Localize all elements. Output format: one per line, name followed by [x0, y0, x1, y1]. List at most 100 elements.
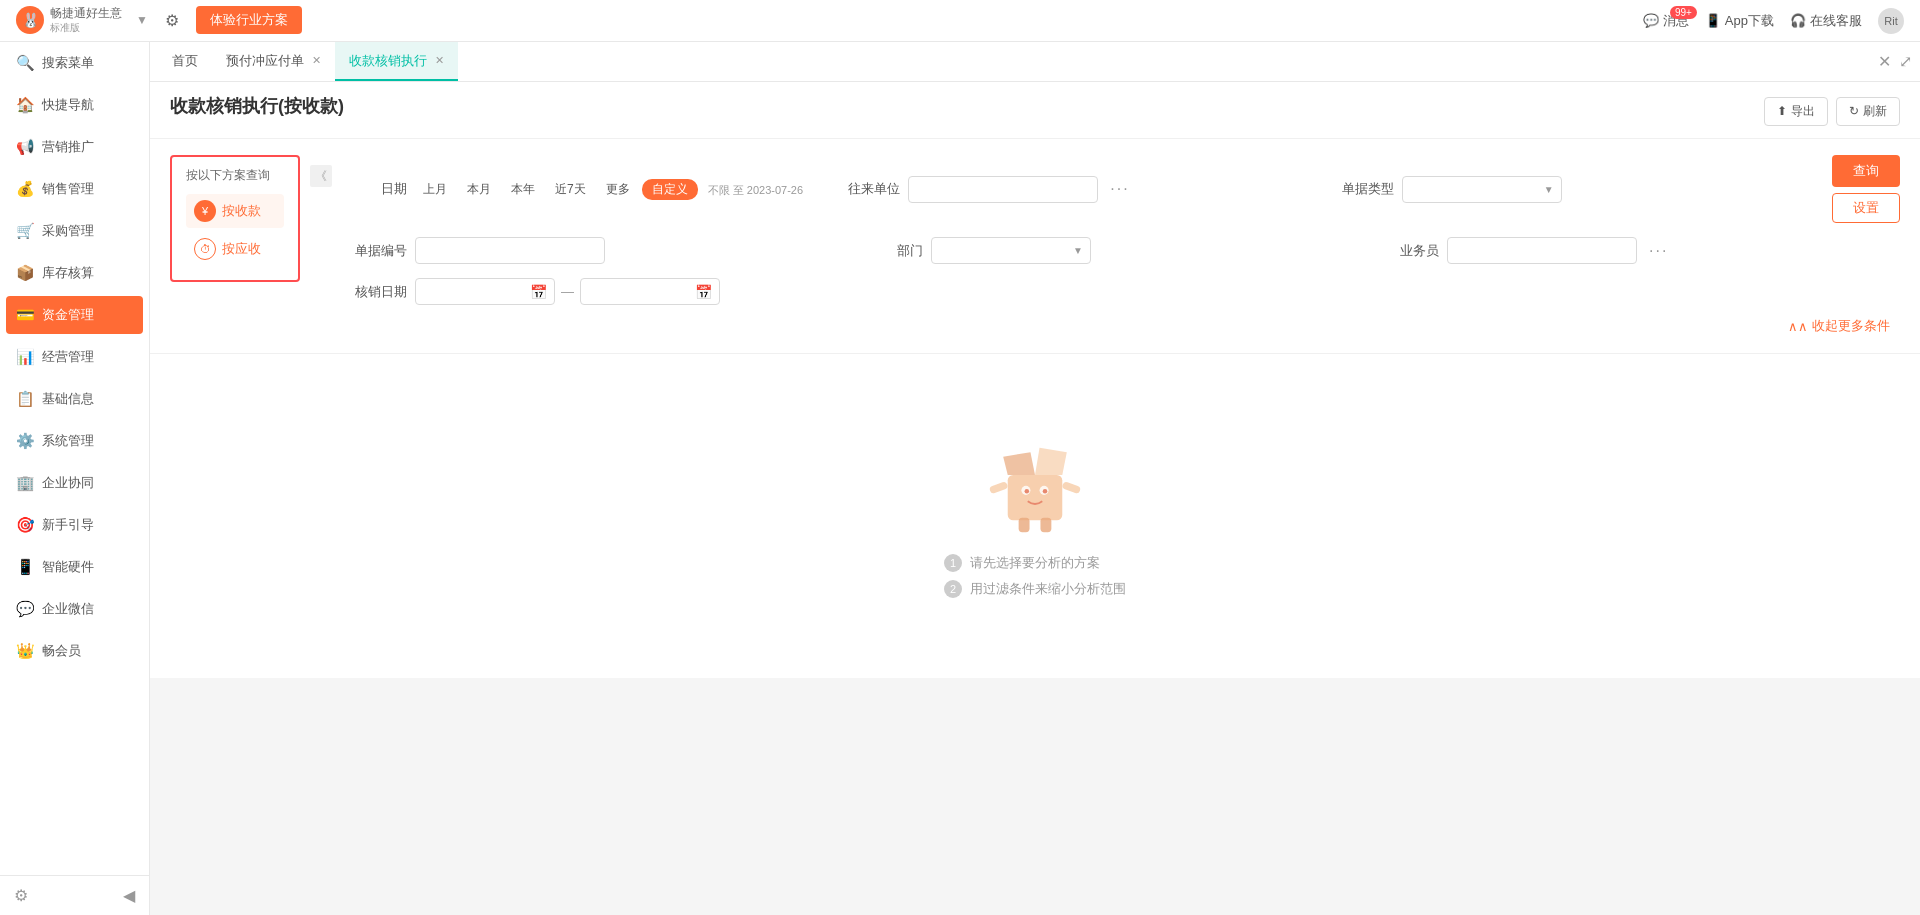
close-prepay-icon[interactable]: ✕: [312, 54, 321, 67]
sidebar-item-basic[interactable]: 📋 基础信息: [0, 378, 149, 420]
sidebar-item-search[interactable]: 🔍 搜索菜单: [0, 42, 149, 84]
tab-writeoff[interactable]: 收款核销执行 ✕: [335, 42, 458, 81]
date-tab-this-year[interactable]: 本年: [503, 179, 543, 200]
counterpart-more-btn[interactable]: ···: [1110, 180, 1129, 198]
sidebar-item-management[interactable]: 📊 经营管理: [0, 336, 149, 378]
salesperson-input[interactable]: [1447, 237, 1637, 264]
sidebar-item-finance[interactable]: 💳 资金管理: [6, 296, 143, 334]
system-icon: ⚙️: [16, 432, 34, 450]
collapse-filter-panel-btn[interactable]: 《: [310, 165, 332, 187]
date-tab-7days[interactable]: 近7天: [547, 179, 594, 200]
app-download-btn[interactable]: 📱 App下载: [1705, 12, 1774, 30]
maximize-icon[interactable]: ⤢: [1899, 52, 1912, 71]
management-icon: 📊: [16, 348, 34, 366]
sales-icon: 💰: [16, 180, 34, 198]
salesperson-more-btn[interactable]: ···: [1649, 242, 1668, 260]
sidebar-label-weixin: 企业微信: [42, 600, 94, 618]
sidebar-item-nav[interactable]: 🏠 快捷导航: [0, 84, 149, 126]
date-tabs-group: 上月 本月 本年 近7天 更多 自定义 不限 至 2023-07-26: [415, 179, 845, 200]
topbar-right: 💬 消息 99+ 📱 App下载 🎧 在线客服 Rit: [1643, 8, 1904, 34]
date-limit: 不限 至 2023-07-26: [708, 183, 803, 198]
collapse-more-btn[interactable]: ∧∧ 收起更多条件: [1778, 313, 1900, 339]
date-tab-last-month[interactable]: 上月: [415, 179, 455, 200]
svg-marker-2: [1035, 448, 1067, 475]
breadcrumb: ▼: [132, 13, 148, 27]
filter-by-receipt[interactable]: ¥ 按收款: [186, 194, 284, 228]
sidebar-label-hardware: 智能硬件: [42, 558, 94, 576]
query-button[interactable]: 查询: [1832, 155, 1900, 187]
online-service-btn[interactable]: 🎧 在线客服: [1790, 12, 1862, 30]
dropdown-arrow-icon[interactable]: ▼: [136, 13, 148, 27]
empty-tip-1: 1 请先选择要分析的方案: [944, 554, 1126, 572]
sidebar-item-weixin[interactable]: 💬 企业微信: [0, 588, 149, 630]
filter-by-receivable[interactable]: ⏱ 按应收: [186, 232, 284, 266]
counterpart-input[interactable]: [908, 176, 1098, 203]
collapse-icon: 《: [315, 168, 327, 185]
docnumber-input[interactable]: [415, 237, 605, 264]
department-label: 部门: [868, 242, 923, 260]
sidebar-bottom: ⚙ ◀: [0, 875, 149, 915]
topbar: 🐰 畅捷通好生意 标准版 ▼ ⚙ 体验行业方案 💬 消息 99+ 📱 App下载…: [0, 0, 1920, 42]
setting-button[interactable]: 设置: [1832, 193, 1900, 223]
date-tab-more[interactable]: 更多: [598, 179, 638, 200]
tab-home[interactable]: 首页: [158, 42, 212, 81]
tip-text-2: 用过滤条件来缩小分析范围: [970, 580, 1126, 598]
svg-point-6: [1043, 489, 1048, 494]
export-button[interactable]: ⬆ 导出: [1764, 97, 1828, 126]
doctype-select[interactable]: [1402, 176, 1562, 203]
writeoff-date-range: 2023-03-01 📅 — 2023-07-21 📅: [415, 278, 720, 305]
logo-area: 🐰 畅捷通好生意 标准版: [16, 6, 122, 34]
member-icon: 👑: [16, 642, 34, 660]
basic-icon: 📋: [16, 390, 34, 408]
sidebar: 🔍 搜索菜单 🏠 快捷导航 📢 营销推广 💰 销售管理 🛒 采购管理 📦 库存核…: [0, 42, 150, 915]
salesperson-label: 业务员: [1384, 242, 1439, 260]
filter-fields: 日期 上月 本月 本年 近7天 更多 自定义: [352, 155, 1900, 305]
refresh-button[interactable]: ↻ 刷新: [1836, 97, 1900, 126]
date-tab-this-month[interactable]: 本月: [459, 179, 499, 200]
svg-marker-1: [1003, 452, 1035, 475]
message-badge: 99+: [1670, 6, 1697, 19]
message-btn[interactable]: 💬 消息 99+: [1643, 12, 1689, 30]
svg-rect-8: [1062, 481, 1082, 494]
sidebar-item-marketing[interactable]: 📢 营销推广: [0, 126, 149, 168]
date-tab-custom[interactable]: 自定义: [642, 179, 698, 200]
tab-controls: ✕ ⤢: [1878, 52, 1912, 71]
app-download-label: App下载: [1725, 12, 1774, 30]
sidebar-item-collab[interactable]: 🏢 企业协同: [0, 462, 149, 504]
filter-row-3: 核销日期 2023-03-01 📅 — 2023-07-21: [352, 278, 1900, 305]
doctype-field: 单据类型 ▼: [1339, 176, 1832, 203]
calendar-end-icon[interactable]: 📅: [695, 284, 712, 300]
finance-icon: 💳: [16, 306, 34, 324]
tab-home-label: 首页: [172, 52, 198, 70]
settings-bottom-icon[interactable]: ⚙: [14, 886, 28, 905]
sidebar-label-guide: 新手引导: [42, 516, 94, 534]
marketing-icon: 📢: [16, 138, 34, 156]
calendar-start-icon[interactable]: 📅: [530, 284, 547, 300]
sidebar-item-purchase[interactable]: 🛒 采购管理: [0, 210, 149, 252]
close-writeoff-icon[interactable]: ✕: [435, 54, 444, 67]
dept-select[interactable]: [931, 237, 1091, 264]
collapse-sidebar-icon[interactable]: ◀: [123, 886, 135, 905]
industry-btn[interactable]: 体验行业方案: [196, 6, 302, 34]
inventory-icon: 📦: [16, 264, 34, 282]
tip-number-2: 2: [944, 580, 962, 598]
sidebar-label-basic: 基础信息: [42, 390, 94, 408]
close-tab-icon[interactable]: ✕: [1878, 52, 1891, 71]
sidebar-item-system[interactable]: ⚙️ 系统管理: [0, 420, 149, 462]
sidebar-item-hardware[interactable]: 📱 智能硬件: [0, 546, 149, 588]
gear-button[interactable]: ⚙: [158, 6, 186, 34]
svg-rect-0: [1008, 475, 1063, 520]
tip-text-1: 请先选择要分析的方案: [970, 554, 1100, 572]
sidebar-item-sales[interactable]: 💰 销售管理: [0, 168, 149, 210]
sidebar-item-member[interactable]: 👑 畅会员: [0, 630, 149, 672]
user-area[interactable]: Rit: [1878, 8, 1904, 34]
sidebar-item-inventory[interactable]: 📦 库存核算: [0, 252, 149, 294]
refresh-label: 刷新: [1863, 103, 1887, 120]
dept-select-wrapper: ▼: [931, 237, 1091, 264]
avatar: Rit: [1878, 8, 1904, 34]
tab-prepay[interactable]: 预付冲应付单 ✕: [212, 42, 335, 81]
date-separator: —: [561, 284, 574, 299]
sidebar-label-finance: 资金管理: [42, 306, 94, 324]
sidebar-item-guide[interactable]: 🎯 新手引导: [0, 504, 149, 546]
sidebar-label-inventory: 库存核算: [42, 264, 94, 282]
